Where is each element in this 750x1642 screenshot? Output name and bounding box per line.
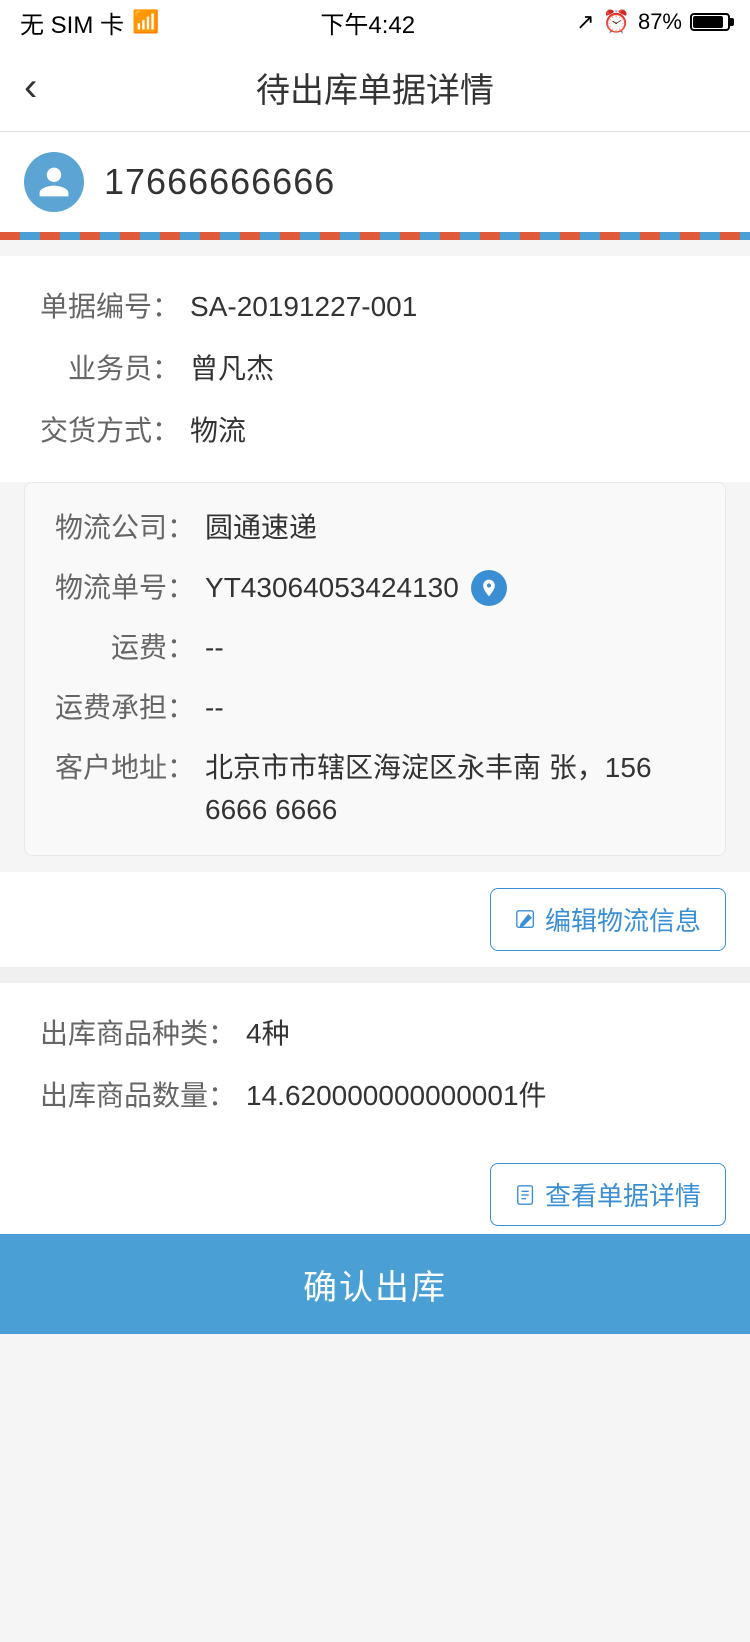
freight-label: 运费： [55, 627, 195, 669]
logistics-tracking-row: 物流单号： YT43064053424130 [55, 567, 695, 609]
logistics-company-value: 圆通速递 [205, 507, 695, 549]
logistics-tracking-label: 物流单号： [55, 567, 195, 609]
goods-quantity-label: 出库商品数量： [40, 1075, 236, 1117]
salesman-row: 业务员： 曾凡杰 [40, 348, 710, 390]
logistics-company-row: 物流公司： 圆通速递 [55, 507, 695, 549]
avatar [24, 152, 84, 212]
edit-logistics-button[interactable]: 编辑物流信息 [490, 888, 726, 951]
freight-bear-row: 运费承担： -- [55, 687, 695, 729]
status-bar: 无 SIM 卡 📶 下午4:42 ↗ ⏰ 87% [0, 0, 750, 44]
goods-types-value: 4种 [246, 1013, 710, 1055]
battery-icon [690, 13, 730, 31]
wifi-icon: 📶 [132, 9, 159, 35]
carrier-label: 无 SIM 卡 [20, 5, 124, 40]
freight-bear-value: -- [205, 687, 695, 729]
goods-types-row: 出库商品种类： 4种 [40, 1013, 710, 1055]
customer-header: 17666666666 [0, 132, 750, 232]
location-status-icon: ↗ [576, 9, 594, 35]
address-label: 客户地址： [55, 747, 195, 789]
address-row: 客户地址： 北京市市辖区海淀区永丰南 张，156 6666 6666 [55, 747, 695, 831]
freight-value: -- [205, 627, 695, 669]
edit-icon [515, 909, 537, 931]
page-title: 待出库单据详情 [256, 63, 494, 112]
order-number-label: 单据编号： [40, 286, 180, 328]
freight-row: 运费： -- [55, 627, 695, 669]
view-detail-button[interactable]: 查看单据详情 [490, 1163, 726, 1226]
order-number-value: SA-20191227-001 [190, 286, 710, 328]
address-value: 北京市市辖区海淀区永丰南 张，156 6666 6666 [205, 747, 695, 831]
bottom-bar: 确认出库 [0, 1234, 750, 1334]
status-right: ↗ ⏰ 87% [576, 9, 730, 35]
delivery-label: 交货方式： [40, 410, 180, 452]
status-left: 无 SIM 卡 📶 [20, 5, 159, 40]
tracking-location-icon[interactable] [471, 570, 507, 606]
logistics-company-label: 物流公司： [55, 507, 195, 549]
status-time: 下午4:42 [320, 5, 415, 40]
back-button[interactable]: ‹ [24, 65, 37, 110]
logistics-card: 物流公司： 圆通速递 物流单号： YT43064053424130 运费： -- [24, 482, 726, 856]
goods-quantity-value: 14.620000000000001件 [246, 1075, 710, 1117]
edit-logistics-label: 编辑物流信息 [545, 901, 701, 938]
alarm-icon: ⏰ [603, 9, 630, 35]
goods-section: 出库商品种类： 4种 出库商品数量： 14.620000000000001件 [0, 983, 750, 1147]
delivery-value: 物流 [190, 410, 710, 452]
freight-bear-label: 运费承担： [55, 687, 195, 729]
pin-icon [479, 578, 499, 598]
view-detail-label: 查看单据详情 [545, 1176, 701, 1213]
delivery-row: 交货方式： 物流 [40, 410, 710, 452]
dashed-divider [0, 232, 750, 240]
confirm-outbound-button[interactable]: 确认出库 [303, 1260, 447, 1309]
document-icon [515, 1184, 537, 1206]
goods-types-label: 出库商品种类： [40, 1013, 236, 1055]
order-info-section: 单据编号： SA-20191227-001 业务员： 曾凡杰 交货方式： 物流 [0, 256, 750, 482]
person-icon [36, 164, 72, 200]
goods-quantity-row: 出库商品数量： 14.620000000000001件 [40, 1075, 710, 1117]
customer-phone: 17666666666 [104, 161, 335, 203]
salesman-value: 曾凡杰 [190, 348, 710, 390]
order-number-row: 单据编号： SA-20191227-001 [40, 286, 710, 328]
tracking-number: YT43064053424130 [205, 567, 459, 609]
view-detail-container: 查看单据详情 [0, 1147, 750, 1242]
section-divider [0, 967, 750, 983]
logistics-tracking-value: YT43064053424130 [205, 567, 695, 609]
edit-logistics-container: 编辑物流信息 [0, 872, 750, 967]
battery-label: 87% [638, 9, 682, 35]
nav-bar: ‹ 待出库单据详情 [0, 44, 750, 132]
salesman-label: 业务员： [40, 348, 180, 390]
